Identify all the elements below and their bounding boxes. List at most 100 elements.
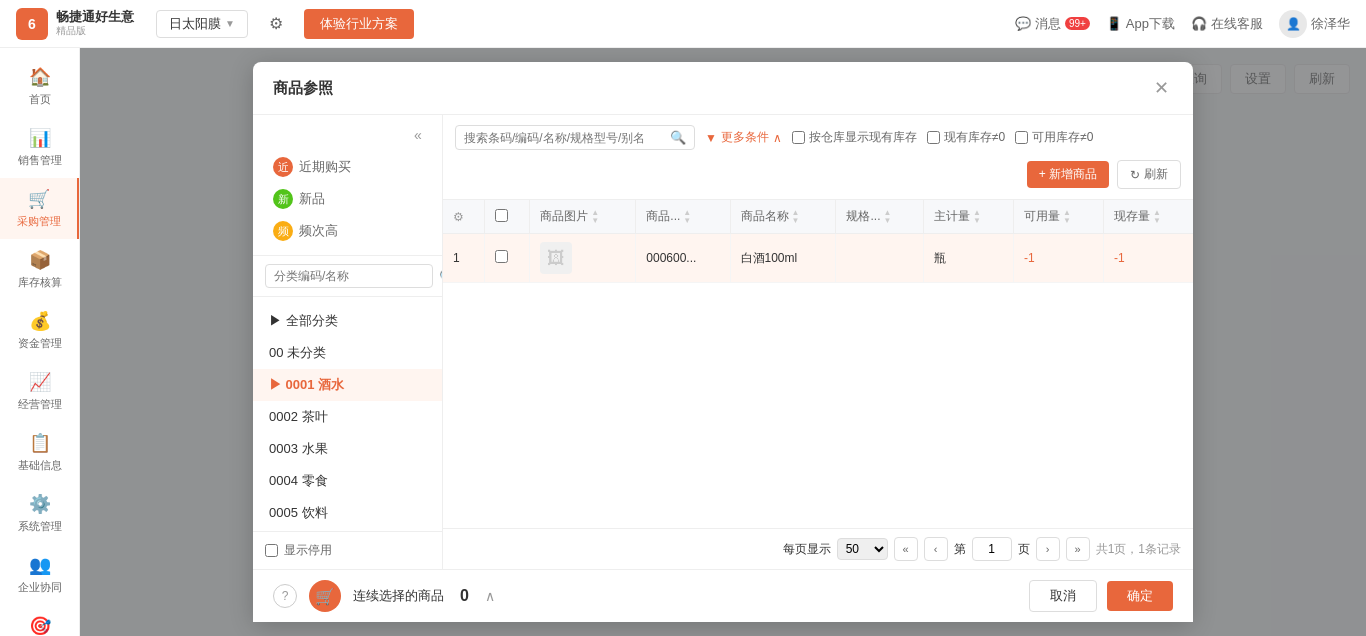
show-disabled-label[interactable]: 显示停用 (284, 542, 332, 559)
sidebar-item-sales[interactable]: 📊 销售管理 (0, 117, 79, 178)
add-product-button[interactable]: + 新增商品 (1027, 161, 1109, 188)
collapse-up-icon[interactable]: ∧ (485, 588, 495, 604)
username: 徐泽华 (1311, 15, 1350, 33)
cat-item-drinks[interactable]: 0005 饮料 (253, 497, 442, 529)
row-available: -1 (1013, 234, 1103, 283)
quick-access-section: « 近 近期购买 新 新品 频 (253, 115, 442, 256)
code-sort-icons: ▲▼ (683, 209, 691, 225)
sidebar-item-finance[interactable]: 💰 资金管理 (0, 300, 79, 361)
category-search-input[interactable] (265, 264, 433, 288)
show-disabled-checkbox[interactable] (265, 544, 278, 557)
sidebar-label-system: 系统管理 (18, 519, 62, 534)
th-available-label: 可用量 (1024, 208, 1060, 225)
product-search-input[interactable] (464, 131, 666, 145)
select-all-checkbox[interactable] (495, 209, 508, 222)
online-service-btn[interactable]: 🎧 在线客服 (1191, 15, 1263, 33)
page-last-button[interactable]: » (1066, 537, 1090, 561)
page-size-select[interactable]: 20 50 100 (837, 538, 888, 560)
cart-icon-button[interactable]: 🛒 (309, 580, 341, 612)
current-stock-checkbox-label[interactable]: 现有库存≠0 (927, 129, 1005, 146)
row-checkbox-cell (485, 234, 530, 283)
available-stock-checkbox[interactable] (1015, 131, 1028, 144)
image-sort-icons: ▲▼ (591, 209, 599, 225)
store-selector[interactable]: 日太阳膜 ▼ (156, 10, 248, 38)
th-unit: 主计量 ▲▼ (923, 200, 1013, 234)
collapse-sidebar-button[interactable]: « (406, 123, 430, 147)
message-icon: 💬 (1015, 16, 1031, 31)
page-first-button[interactable]: « (894, 537, 918, 561)
page-unit: 页 (1018, 541, 1030, 558)
recent-label: 近期购买 (299, 158, 351, 176)
sidebar-item-purchase[interactable]: 🛒 采购管理 (0, 178, 79, 239)
cat-snacks-label: 0004 零食 (269, 472, 328, 490)
page-input[interactable] (972, 537, 1012, 561)
content-area: 查询 设置 刷新 商品参照 ✕ « (80, 48, 1366, 636)
modal-title: 商品参照 (273, 79, 333, 98)
avatar: 👤 (1279, 10, 1307, 38)
product-area: 🔍 ▼ 更多条件 ∧ 按仓库显示现有库存 (443, 115, 1193, 569)
current-stock-checkbox[interactable] (927, 131, 940, 144)
sidebar-item-corp[interactable]: 👥 企业协同 (0, 544, 79, 605)
warehouse-stock-checkbox[interactable] (792, 131, 805, 144)
quick-item-freq[interactable]: 频 频次高 (265, 215, 430, 247)
finance-icon: 💰 (29, 310, 51, 332)
trial-button[interactable]: 体验行业方案 (304, 9, 414, 39)
modal-close-button[interactable]: ✕ (1149, 76, 1173, 100)
continuous-label: 连续选择的商品 (353, 587, 444, 605)
user-profile-btn[interactable]: 👤 徐泽华 (1279, 10, 1350, 38)
help-icon[interactable]: ? (273, 584, 297, 608)
row-unit: 瓶 (923, 234, 1013, 283)
messages-btn[interactable]: 💬 消息 99+ (1015, 15, 1090, 33)
th-unit-label: 主计量 (934, 208, 970, 225)
sidebar-item-home[interactable]: 🏠 首页 (0, 56, 79, 117)
available-stock-checkbox-label[interactable]: 可用库存≠0 (1015, 129, 1093, 146)
page-prev-button[interactable]: ‹ (924, 537, 948, 561)
table-header-row: ⚙ 商品图片 ▲▼ (443, 200, 1193, 234)
quick-item-new[interactable]: 新 新品 (265, 183, 430, 215)
logo-area: 6 畅捷通好生意 精品版 (16, 8, 136, 40)
th-stock-label: 现存量 (1114, 208, 1150, 225)
product-toolbar: 🔍 ▼ 更多条件 ∧ 按仓库显示现有库存 (443, 115, 1193, 200)
sidebar-item-basic-info[interactable]: 📋 基础信息 (0, 422, 79, 483)
store-dropdown-arrow: ▼ (225, 18, 235, 29)
product-search-box: 🔍 (455, 125, 695, 150)
confirm-button[interactable]: 确定 (1107, 581, 1173, 611)
refresh-icon: ↻ (1130, 168, 1140, 182)
sidebar-item-system[interactable]: ⚙️ 系统管理 (0, 483, 79, 544)
category-sidebar: « 近 近期购买 新 新品 频 (253, 115, 443, 569)
cancel-button[interactable]: 取消 (1029, 580, 1097, 612)
th-spec-label: 规格... (846, 208, 880, 225)
cat-item-liquor[interactable]: ▶ 0001 酒水 (253, 369, 442, 401)
product-search-icon[interactable]: 🔍 (670, 130, 686, 145)
row-stock: -1 (1104, 234, 1193, 283)
warehouse-stock-label: 按仓库显示现有库存 (809, 129, 917, 146)
filter-label: 更多条件 (721, 129, 769, 146)
cat-item-snacks[interactable]: 0004 零食 (253, 465, 442, 497)
row-code: 000600... (636, 234, 730, 283)
sidebar-item-operations[interactable]: 📈 经营管理 (0, 361, 79, 422)
settings-icon[interactable]: ⚙ (260, 8, 292, 40)
warehouse-stock-checkbox-label[interactable]: 按仓库显示现有库存 (792, 129, 917, 146)
th-gear[interactable]: ⚙ (443, 200, 485, 234)
refresh-button[interactable]: ↻ 刷新 (1117, 160, 1181, 189)
guide-icon: 🎯 (29, 615, 51, 636)
app-download-btn[interactable]: 📱 App下载 (1106, 15, 1175, 33)
sidebar-item-inventory[interactable]: 📦 库存核算 (0, 239, 79, 300)
messages-label: 消息 (1035, 15, 1061, 33)
sidebar-item-guide[interactable]: 🎯 新手引导 (0, 605, 79, 636)
more-filters-button[interactable]: ▼ 更多条件 ∧ (705, 129, 782, 146)
topbar: 6 畅捷通好生意 精品版 日太阳膜 ▼ ⚙ 体验行业方案 💬 消息 99+ 📱 … (0, 0, 1366, 48)
footer-right: 取消 确定 (1029, 580, 1173, 612)
table-row[interactable]: 1 🖼 000600... 白酒100ml (443, 234, 1193, 283)
cat-item-all[interactable]: ▶ 全部分类 (253, 305, 442, 337)
product-image: 🖼 (540, 242, 572, 274)
quick-item-recent[interactable]: 近 近期购买 (265, 151, 430, 183)
basicinfo-icon: 📋 (29, 432, 51, 454)
row-checkbox[interactable] (495, 250, 508, 263)
cat-item-fruit[interactable]: 0003 水果 (253, 433, 442, 465)
cat-item-tea[interactable]: 0002 茶叶 (253, 401, 442, 433)
sidebar-label-home: 首页 (29, 92, 51, 107)
page-next-button[interactable]: › (1036, 537, 1060, 561)
cat-item-uncategorized[interactable]: 00 未分类 (253, 337, 442, 369)
headset-icon: 🎧 (1191, 16, 1207, 31)
